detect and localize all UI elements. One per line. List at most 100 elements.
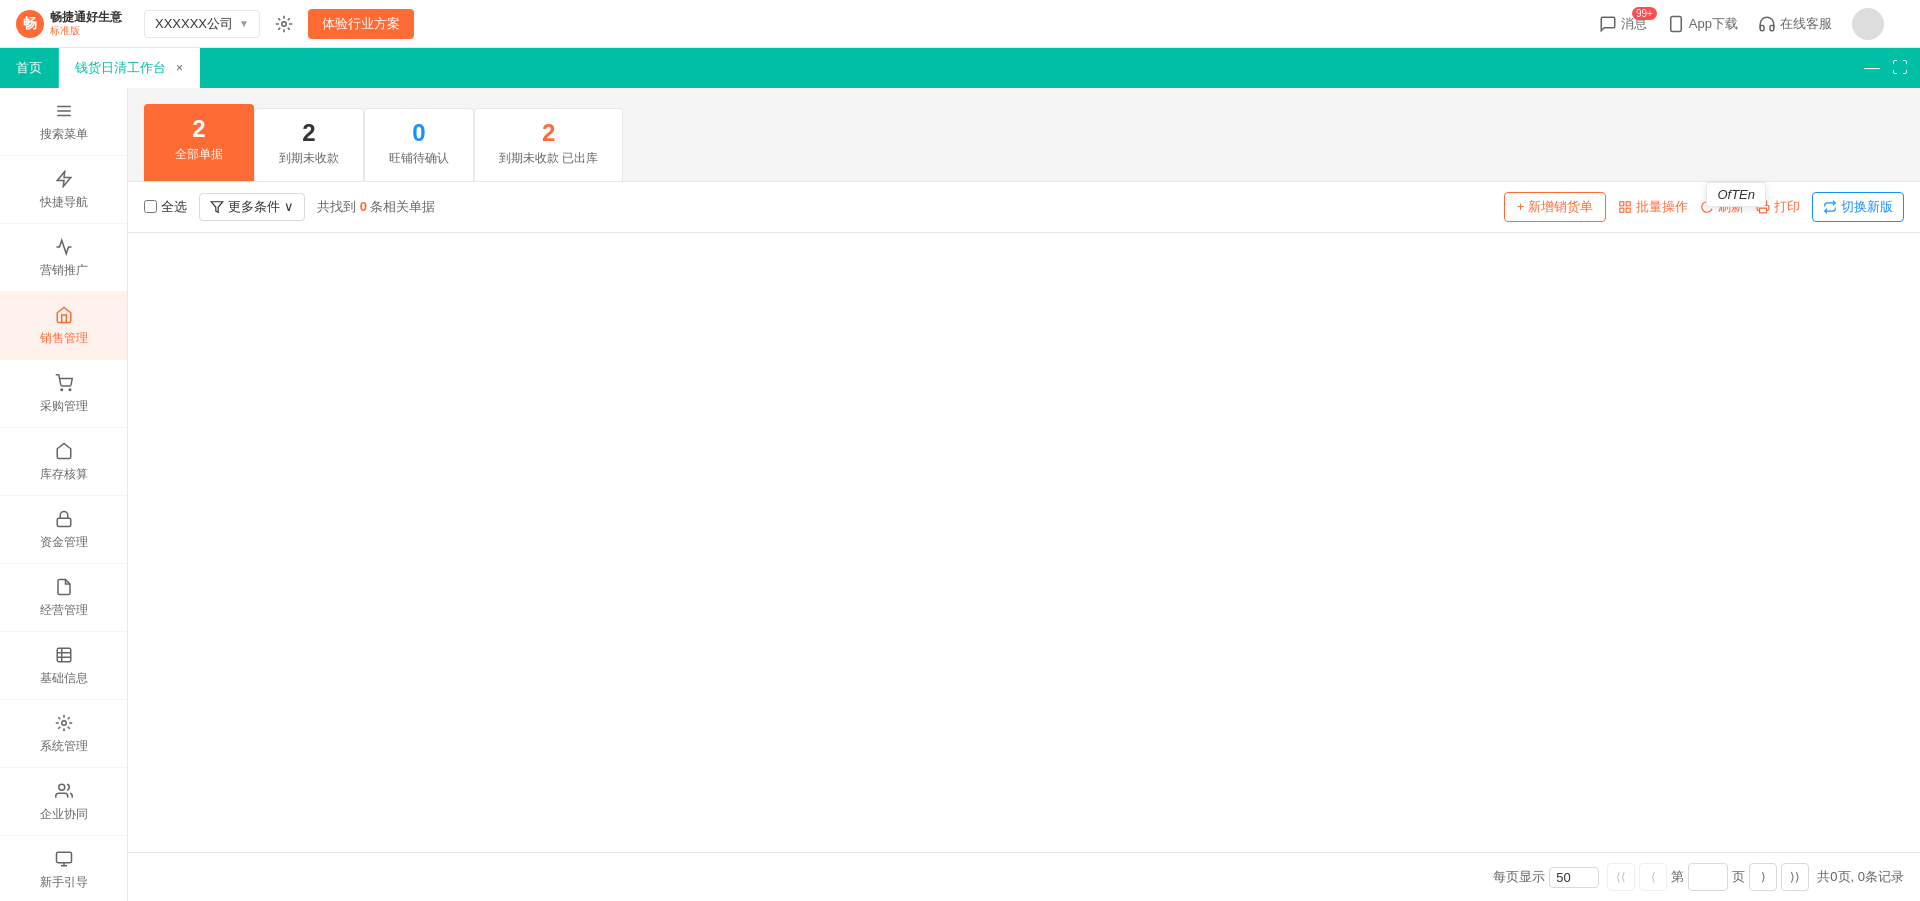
sidebar-label-sales: 销售管理 (40, 330, 88, 347)
page-navigation: ⟨⟨ ⟨ 第 1 页 ⟩ ⟩⟩ (1607, 863, 1809, 891)
switch-version-button[interactable]: 切换新版 (1812, 192, 1904, 222)
content-area: 2 全部单据 2 到期未收款 0 旺铺待确认 2 到期未收款 已出库 (128, 88, 1920, 901)
sidebar-label-basic-info: 基础信息 (40, 670, 88, 687)
sidebar-item-guide[interactable]: 新手引导 (0, 836, 127, 901)
sidebar-item-system[interactable]: 系统管理 (0, 700, 127, 768)
tab-bar: 首页 钱货日清工作台 × — ⛶ (0, 48, 1920, 88)
tab-close-icon[interactable]: × (176, 61, 183, 75)
batch-operation-button[interactable]: 批量操作 (1618, 198, 1688, 216)
prev-page-button[interactable]: ⟨ (1639, 863, 1667, 891)
online-service-label: 在线客服 (1780, 15, 1832, 33)
inventory-icon (53, 440, 75, 462)
summary-tab-all[interactable]: 2 全部单据 (144, 104, 254, 181)
search-menu-icon (53, 100, 75, 122)
svg-rect-23 (1620, 208, 1624, 212)
tab-workbench[interactable]: 钱货日清工作台 × (59, 48, 200, 88)
sidebar-label-system: 系统管理 (40, 738, 88, 755)
logo-main-text: 畅捷通好生意 (50, 10, 122, 24)
logo-text: 畅捷通好生意 标准版 (50, 10, 122, 36)
select-all-checkbox[interactable]: 全选 (144, 198, 187, 216)
last-page-button[interactable]: ⟩⟩ (1781, 863, 1809, 891)
sidebar-label-purchase: 采购管理 (40, 398, 88, 415)
quick-nav-icon (53, 168, 75, 190)
sidebar-item-inventory[interactable]: 库存核算 (0, 428, 127, 496)
summary-tabs: 2 全部单据 2 到期未收款 0 旺铺待确认 2 到期未收款 已出库 (128, 88, 1920, 182)
message-badge: 99+ (1632, 7, 1657, 20)
trial-button[interactable]: 体验行业方案 (308, 9, 414, 39)
settings-icon[interactable] (268, 8, 300, 40)
online-service-button[interactable]: 在线客服 (1758, 15, 1832, 33)
sidebar-item-cooperation[interactable]: 企业协同 (0, 768, 127, 836)
sidebar-item-operation[interactable]: 经营管理 (0, 564, 127, 632)
sidebar-item-basic-info[interactable]: 基础信息 (0, 632, 127, 700)
select-all-label: 全选 (161, 198, 187, 216)
svg-rect-10 (57, 648, 71, 662)
maximize-icon[interactable]: ⛶ (1892, 59, 1908, 77)
summary-tab-shipped[interactable]: 2 到期未收款 已出库 (474, 108, 623, 181)
sidebar-label-inventory: 库存核算 (40, 466, 88, 483)
batch-icon (1618, 200, 1632, 214)
sidebar-label-guide: 新手引导 (40, 874, 88, 891)
batch-operation-label: 批量操作 (1636, 198, 1688, 216)
company-selector[interactable]: XXXXXX公司 ▼ (144, 10, 260, 38)
message-button[interactable]: 消息 99+ (1599, 15, 1647, 33)
filter-icon (210, 200, 224, 214)
summary-label-pending: 旺铺待确认 (389, 150, 449, 167)
sidebar-item-sales[interactable]: 销售管理 (0, 292, 127, 360)
sidebar-label-quick-nav: 快捷导航 (40, 194, 88, 211)
sidebar-item-finance[interactable]: 资金管理 (0, 496, 127, 564)
result-count: 0 (360, 199, 367, 214)
app-download-button[interactable]: App下载 (1667, 15, 1738, 33)
pagination: 每页显示 10 20 50 100 ⟨⟨ ⟨ 第 1 页 ⟩ ⟩⟩ (128, 852, 1920, 901)
summary-count-overdue: 2 (302, 119, 315, 148)
sidebar-label-marketing: 营销推广 (40, 262, 88, 279)
filter-button[interactable]: 更多条件 ∨ (199, 193, 305, 221)
sidebar-item-search[interactable]: 搜索菜单 (0, 88, 127, 156)
page-number-input[interactable]: 1 (1688, 863, 1728, 891)
operation-icon (53, 576, 75, 598)
svg-point-7 (61, 389, 63, 391)
svg-rect-1 (1671, 16, 1682, 31)
user-avatar[interactable] (1852, 8, 1884, 40)
summary-tab-pending[interactable]: 0 旺铺待确认 (364, 108, 474, 181)
chevron-down-icon: ▼ (239, 18, 249, 29)
svg-point-0 (282, 21, 287, 26)
summary-count-all: 2 (192, 115, 205, 144)
top-header: 畅 畅捷通好生意 标准版 XXXXXX公司 ▼ 体验行业方案 消息 99+ (0, 0, 1920, 48)
often-badge: OfTEn (1706, 182, 1766, 207)
page-size-select[interactable]: 10 20 50 100 (1549, 867, 1599, 888)
minimize-icon[interactable]: — (1864, 59, 1880, 77)
print-label: 打印 (1774, 198, 1800, 216)
tab-home[interactable]: 首页 (0, 48, 59, 88)
svg-point-14 (61, 721, 66, 726)
sales-icon (53, 304, 75, 326)
sidebar-item-marketing[interactable]: 营销推广 (0, 224, 127, 292)
svg-point-15 (58, 784, 64, 790)
logo-sub-text: 标准版 (50, 25, 122, 37)
switch-icon (1823, 200, 1837, 214)
marketing-icon (53, 236, 75, 258)
first-page-button[interactable]: ⟨⟨ (1607, 863, 1635, 891)
add-sales-order-button[interactable]: + 新增销货单 (1504, 192, 1606, 222)
svg-rect-24 (1626, 208, 1630, 212)
svg-marker-20 (211, 202, 223, 213)
toolbar-right: + 新增销货单 批量操作 刷新 (1504, 192, 1904, 222)
summary-label-shipped: 到期未收款 已出库 (499, 150, 598, 167)
sidebar-item-quick-nav[interactable]: 快捷导航 (0, 156, 127, 224)
toolbar-left: 全选 更多条件 ∨ 共找到 0 条相关单据 (144, 193, 1492, 221)
sidebar-label-cooperation: 企业协同 (40, 806, 88, 823)
main-layout: 搜索菜单 快捷导航 营销推广 (0, 88, 1920, 901)
summary-tab-overdue[interactable]: 2 到期未收款 (254, 108, 364, 181)
total-records-text: 共0页, 0条记录 (1817, 868, 1904, 886)
tab-bar-right: — ⛶ (1852, 48, 1920, 88)
svg-rect-16 (56, 852, 71, 863)
purchase-icon (53, 372, 75, 394)
svg-point-8 (69, 389, 71, 391)
sidebar-item-purchase[interactable]: 采购管理 (0, 360, 127, 428)
company-name: XXXXXX公司 (155, 15, 233, 33)
checkbox-input[interactable] (144, 200, 157, 213)
next-page-button[interactable]: ⟩ (1749, 863, 1777, 891)
page-label-end: 页 (1732, 868, 1745, 886)
svg-rect-21 (1620, 202, 1624, 206)
header-right: 消息 99+ App下载 在线客服 (1599, 8, 1904, 40)
